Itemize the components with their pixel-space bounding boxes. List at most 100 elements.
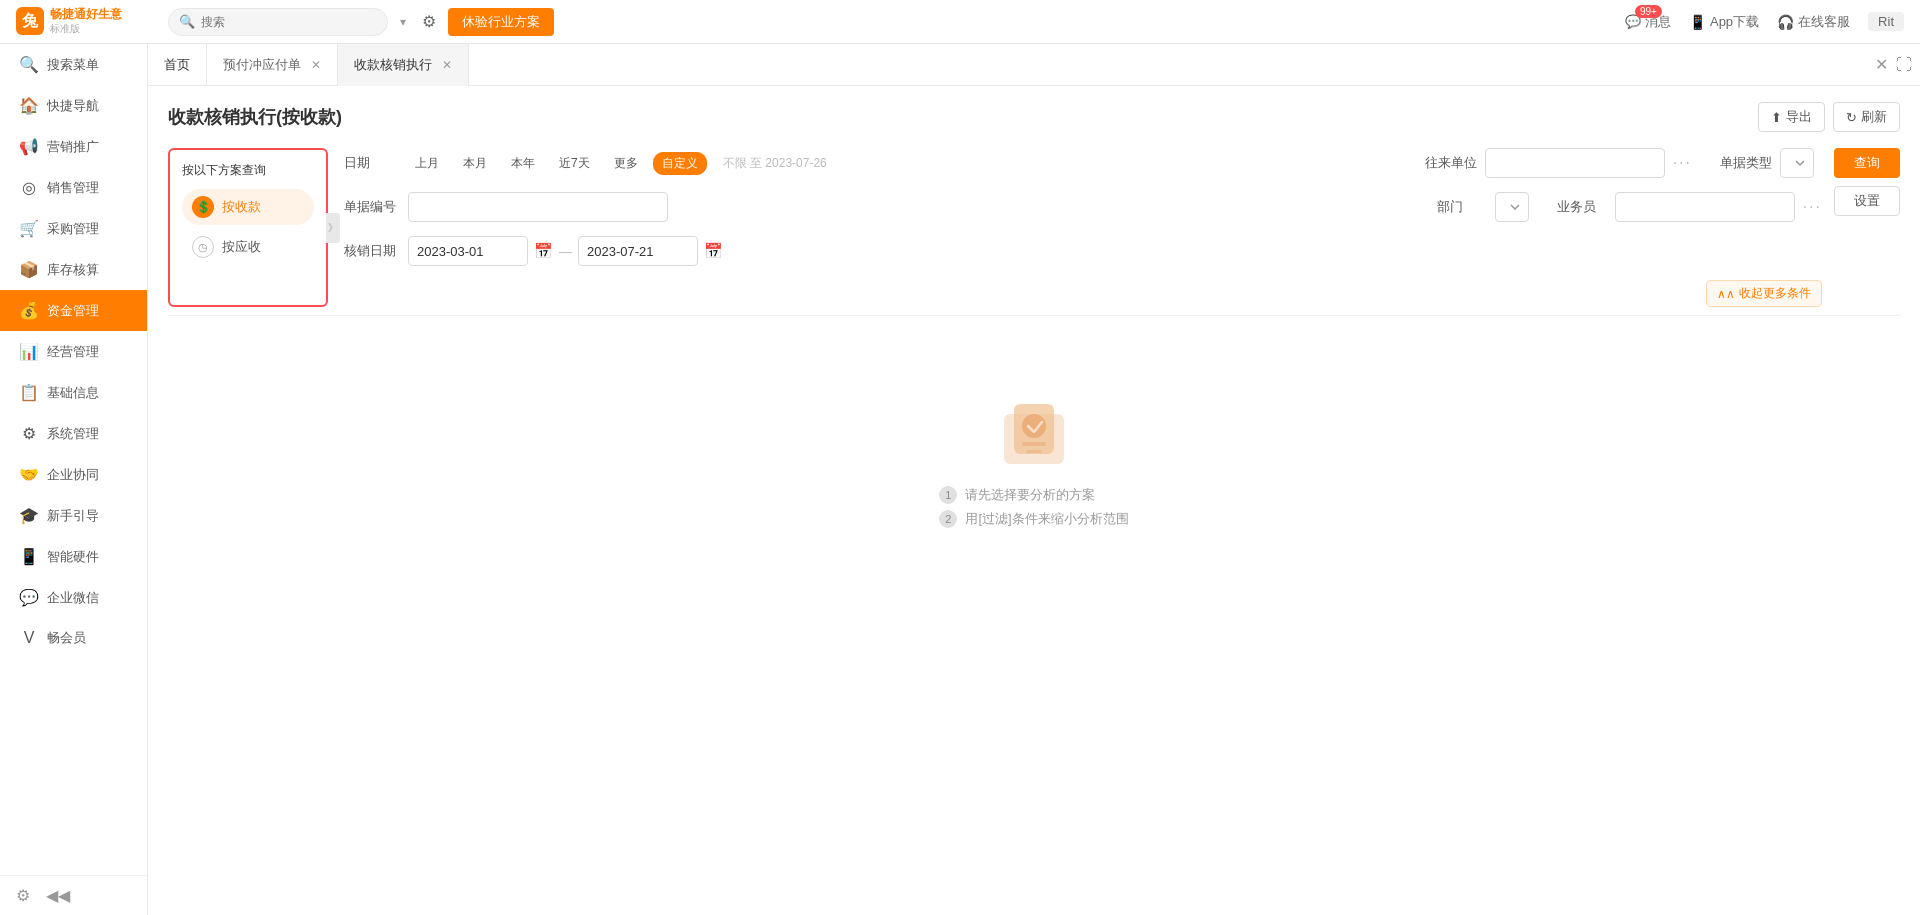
search-input[interactable] [201,15,377,29]
doc-no-input[interactable] [408,192,668,222]
message-button[interactable]: 💬 消息 99+ [1625,13,1671,31]
doc-type-label: 单据类型 [1720,154,1772,172]
date-last-7[interactable]: 近7天 [550,152,599,175]
sidebar-item-tutorial[interactable]: 🎓 新手引导 [0,495,147,536]
export-button[interactable]: ⬆ 导出 [1758,102,1825,132]
filter-collapse-btn[interactable]: 》 [326,213,340,243]
app-icon: 📱 [1689,14,1706,30]
sidebar-item-marketing[interactable]: 📢 营销推广 [0,126,147,167]
verify-date-end-calendar-icon[interactable]: 📅 [704,242,723,260]
verify-date-range: 📅 — 📅 [408,236,723,266]
sidebar-collapse-icon[interactable]: ◀◀ [46,886,70,905]
sidebar-label-marketing: 营销推广 [47,138,99,156]
search-box[interactable]: 🔍 [168,8,388,36]
hint-num-1: 1 [939,486,957,504]
filter-toggle-button[interactable]: ∧∧ 收起更多条件 [1706,280,1822,307]
operation-icon: 📊 [19,342,39,361]
export-icon: ⬆ [1771,110,1782,125]
tab-receipt-verify-close-icon[interactable]: ✕ [442,58,452,72]
query-button[interactable]: 查询 [1834,148,1900,178]
search-chevron-icon[interactable]: ▾ [400,15,406,29]
hint-text-2: 用[过滤]条件来缩小分析范围 [965,510,1128,528]
quick-nav-icon: 🏠 [19,96,39,115]
date-custom[interactable]: 自定义 [653,152,707,175]
hardware-icon: 📱 [19,547,39,566]
tab-prepay[interactable]: 预付冲应付单 ✕ [207,44,338,86]
filter-settings-button[interactable]: 设置 [1834,186,1900,216]
app-download-button[interactable]: 📱 App下载 [1689,13,1759,31]
tab-receipt-verify[interactable]: 收款核销执行 ✕ [338,44,469,86]
sidebar-item-hardware[interactable]: 📱 智能硬件 [0,536,147,577]
svg-rect-4 [1026,450,1042,453]
system-icon: ⚙ [19,424,39,443]
refresh-button[interactable]: ↻ 刷新 [1833,102,1900,132]
sidebar-item-inventory[interactable]: 📦 库存核算 [0,249,147,290]
verify-date-start-calendar-icon[interactable]: 📅 [534,242,553,260]
settings-icon[interactable]: ⚙ [422,12,436,31]
sidebar-item-wechat[interactable]: 💬 企业微信 [0,577,147,618]
sidebar-settings-icon[interactable]: ⚙ [16,886,30,905]
verify-date-end-input[interactable] [578,236,698,266]
tutorial-icon: 🎓 [19,506,39,525]
dept-select[interactable] [1495,192,1529,222]
staff-input[interactable] [1615,192,1795,222]
inventory-icon: 📦 [19,260,39,279]
sidebar-item-search-menu[interactable]: 🔍 搜索菜单 [0,44,147,85]
date-label: 日期 [344,154,394,172]
counterparty-more-icon[interactable]: ··· [1673,154,1692,172]
date-last-month[interactable]: 上月 [406,152,448,175]
sidebar-item-quick-nav[interactable]: 🏠 快捷导航 [0,85,147,126]
hint-num-2: 2 [939,510,957,528]
tab-close-btn[interactable]: ✕ [1875,55,1888,74]
sidebar-label-enterprise: 企业协同 [47,466,99,484]
svg-rect-3 [1022,442,1046,446]
page-header: 收款核销执行(按收款) ⬆ 导出 ↻ 刷新 [168,102,1900,132]
content-area: 首页 预付冲应付单 ✕ 收款核销执行 ✕ ✕ ⛶ 收款核销执行(按收款) [148,44,1920,915]
date-buttons: 上月 本月 本年 近7天 更多 自定义 [406,152,707,175]
date-this-year[interactable]: 本年 [502,152,544,175]
page-content: 收款核销执行(按收款) ⬆ 导出 ↻ 刷新 [148,86,1920,915]
empty-illustration [984,384,1084,474]
top-bar-right: 💬 消息 99+ 📱 App下载 🎧 在线客服 Rit [1625,12,1904,31]
user-profile[interactable]: Rit [1868,12,1904,31]
sidebar-item-finance[interactable]: 💰 资金管理 [0,290,147,331]
sidebar-label-finance: 资金管理 [47,302,99,320]
staff-more-icon[interactable]: ··· [1803,198,1822,216]
search-icon: 🔍 [179,14,195,29]
sidebar-item-sales[interactable]: ◎ 销售管理 [0,167,147,208]
tab-home[interactable]: 首页 [148,44,207,86]
sidebar-item-operation[interactable]: 📊 经营管理 [0,331,147,372]
online-service-button[interactable]: 🎧 在线客服 [1777,13,1850,31]
sidebar-label-hardware: 智能硬件 [47,548,99,566]
export-label: 导出 [1786,108,1812,126]
verify-date-start-input[interactable] [408,236,528,266]
tab-prepay-close-icon[interactable]: ✕ [311,58,321,72]
sidebar-label-tutorial: 新手引导 [47,507,99,525]
sidebar-item-basic-info[interactable]: 📋 基础信息 [0,372,147,413]
sidebar-label-wechat: 企业微信 [47,589,99,607]
date-more[interactable]: 更多 [605,152,647,175]
filter-right-area: 日期 上月 本月 本年 近7天 更多 自定义 不限 至 2023-07-26 [344,148,1900,307]
filter-toggle-row: ∧∧ 收起更多条件 [344,280,1822,307]
date-this-month[interactable]: 本月 [454,152,496,175]
by-receipt-label: 按收款 [222,198,261,216]
sidebar-item-enterprise[interactable]: 🤝 企业协同 [0,454,147,495]
industry-button[interactable]: 休验行业方案 [448,8,554,36]
enterprise-icon: 🤝 [19,465,39,484]
filter-option-by-receivable[interactable]: ◷ 按应收 [182,229,314,265]
doc-type-select[interactable] [1780,148,1814,178]
filter-option-by-receipt[interactable]: 💲 按收款 [182,189,314,225]
counterparty-input[interactable] [1485,148,1665,178]
sidebar: 🔍 搜索菜单 🏠 快捷导航 📢 营销推广 ◎ 销售管理 🛒 采购管理 📦 库存核… [0,44,148,915]
dept-row: 部门 [1437,192,1529,222]
tab-bar: 首页 预付冲应付单 ✕ 收款核销执行 ✕ ✕ ⛶ [148,44,1920,86]
page-title: 收款核销执行(按收款) [168,105,342,129]
staff-row: 业务员 ··· [1557,192,1822,222]
sidebar-label-operation: 经营管理 [47,343,99,361]
sidebar-item-system[interactable]: ⚙ 系统管理 [0,413,147,454]
tab-expand-btn[interactable]: ⛶ [1896,56,1912,74]
sidebar-item-purchase[interactable]: 🛒 采购管理 [0,208,147,249]
sidebar-label-system: 系统管理 [47,425,99,443]
refresh-label: 刷新 [1861,108,1887,126]
sidebar-item-member[interactable]: V 畅会员 [0,618,147,658]
